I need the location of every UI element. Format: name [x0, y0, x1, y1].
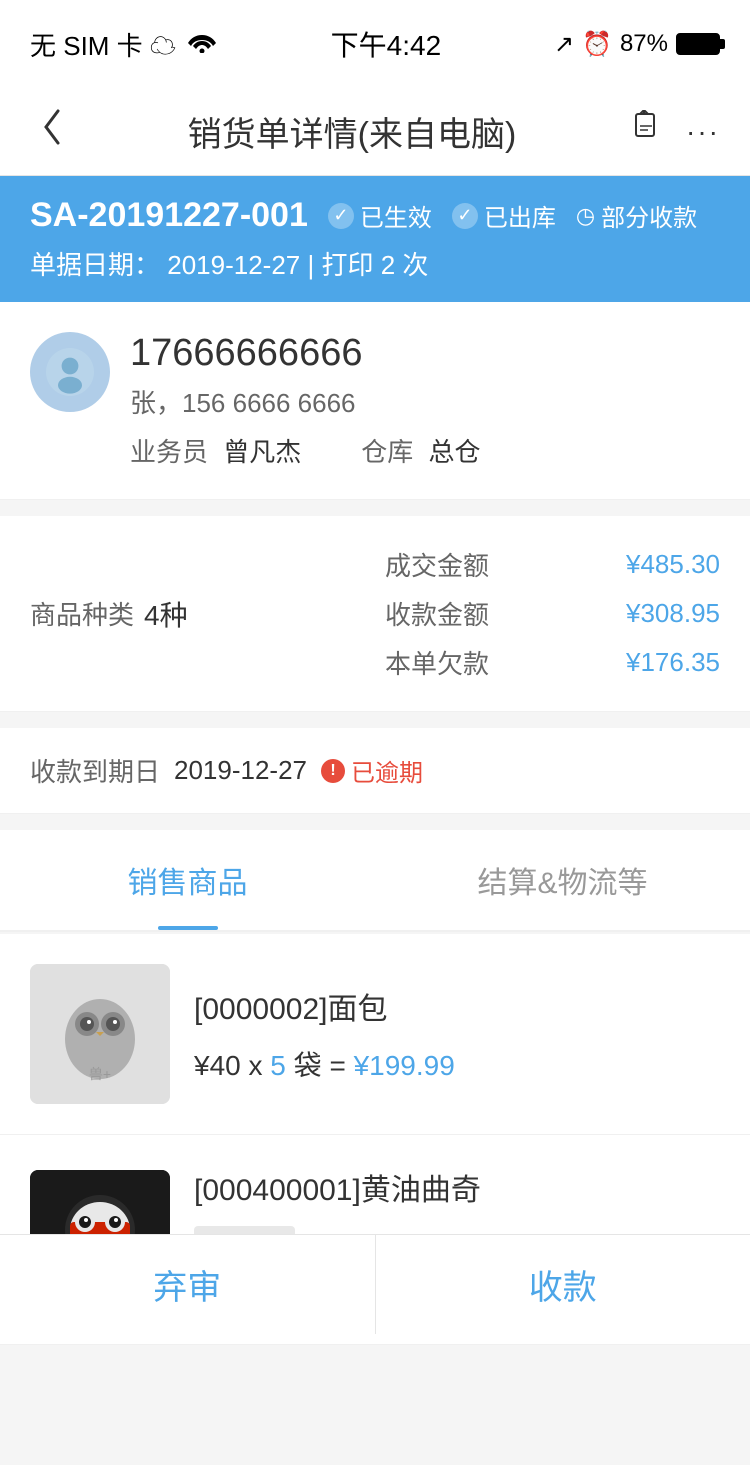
sales-label: 业务员	[130, 437, 208, 467]
date-label: 单据日期：	[30, 250, 160, 280]
battery-percent: 87%	[620, 30, 668, 58]
header-row2: 单据日期： 2019-12-27 | 打印 2 次	[30, 245, 720, 282]
overdue-label: 收款到期日	[30, 752, 160, 789]
print-info: 打印 2 次	[321, 250, 428, 280]
deal-value: ¥485.30	[626, 549, 720, 580]
order-date: 2019-12-27	[167, 250, 300, 280]
wifi-icon	[186, 29, 218, 60]
share-icon[interactable]	[630, 110, 666, 154]
sales-info: 业务员 曾凡杰	[130, 432, 301, 469]
overdue-section: 收款到期日 2019-12-27 ! 已逾期	[0, 728, 750, 814]
stats-section: 商品种类 4种 成交金额 ¥485.30 收款金额 ¥308.95 本单欠款 ¥…	[0, 516, 750, 712]
product-type-info: 商品种类 4种	[30, 546, 365, 681]
bottom-bar: 弃审 收款	[0, 1234, 750, 1334]
product-info-1: [0000002]面包 ¥40 x 5 袋 = ¥199.99	[194, 984, 720, 1084]
location-icon: ↗	[554, 30, 574, 59]
alarm-icon: ⏰	[582, 30, 612, 59]
product-qty-1: 5	[270, 1050, 286, 1081]
cancel-review-label: 弃审	[153, 1260, 221, 1309]
cancel-review-button[interactable]: 弃审	[0, 1235, 376, 1334]
owed-value: ¥176.35	[626, 647, 720, 678]
overdue-badge: ! 已逾期	[321, 753, 423, 788]
type-value: 4种	[144, 594, 188, 634]
badge-shipped: 已出库	[452, 198, 556, 233]
svg-text:兽+: 兽+	[89, 1066, 111, 1082]
tab-sales[interactable]: 销售商品	[0, 830, 375, 930]
more-icon[interactable]: ···	[686, 116, 720, 148]
overdue-dot-icon: !	[321, 759, 345, 783]
amount-info: 成交金额 ¥485.30 收款金额 ¥308.95 本单欠款 ¥176.35	[385, 546, 720, 681]
status-time: 下午4:42	[331, 24, 442, 64]
overdue-date: 2019-12-27	[174, 755, 307, 786]
header-band: SA-20191227-001 已生效 已出库 部分收款 单据日期： 2019-…	[0, 176, 750, 302]
customer-info: 17666666666 张，156 6666 6666 业务员 曾凡杰 仓库 总…	[130, 332, 720, 469]
received-value: ¥308.95	[626, 598, 720, 629]
order-id: SA-20191227-001	[30, 196, 308, 235]
warehouse-label: 仓库	[361, 437, 413, 467]
nav-actions: ···	[630, 110, 720, 154]
status-bar: 无 SIM 卡 ☁ 下午4:42 ↗ ⏰ 87%	[0, 0, 750, 88]
overdue-text: 已逾期	[351, 753, 423, 788]
deal-row: 成交金额 ¥485.30	[385, 546, 720, 583]
tabs-section: 销售商品 结算&物流等	[0, 830, 750, 932]
badge-effective: 已生效	[328, 198, 432, 233]
tab-settle[interactable]: 结算&物流等	[375, 830, 750, 930]
avatar	[30, 332, 110, 412]
tabs: 销售商品 结算&物流等	[0, 830, 750, 930]
payment-label: 收款	[529, 1260, 597, 1309]
status-left: 无 SIM 卡 ☁	[30, 26, 218, 63]
status-right: ↗ ⏰ 87%	[554, 30, 720, 59]
sales-name: 曾凡杰	[223, 437, 301, 467]
received-label: 收款金额	[385, 595, 489, 632]
back-button[interactable]	[30, 97, 74, 166]
owed-row: 本单欠款 ¥176.35	[385, 644, 720, 681]
customer-meta: 业务员 曾凡杰 仓库 总仓	[130, 432, 720, 469]
deal-label: 成交金额	[385, 546, 489, 583]
payment-button[interactable]: 收款	[376, 1235, 750, 1334]
customer-phone: 17666666666	[130, 332, 720, 375]
product-price-1: ¥40 x 5 袋 = ¥199.99	[194, 1044, 720, 1084]
separator: |	[307, 250, 321, 280]
customer-name: 张，156 6666 6666	[130, 383, 720, 420]
nav-bar: 销货单详情(来自电脑) ···	[0, 88, 750, 176]
warehouse-info: 仓库 总仓	[361, 432, 480, 469]
customer-section: 17666666666 张，156 6666 6666 业务员 曾凡杰 仓库 总…	[0, 302, 750, 500]
page-title: 销货单详情(来自电脑)	[188, 107, 517, 156]
product-name-1: [0000002]面包	[194, 984, 720, 1028]
badge-partial: 部分收款	[576, 198, 697, 233]
product-name-2: [000400001]黄油曲奇	[194, 1165, 720, 1209]
header-row1: SA-20191227-001 已生效 已出库 部分收款	[30, 196, 720, 235]
product-item: 兽+ [0000002]面包 ¥40 x 5 袋 = ¥199.99	[0, 934, 750, 1135]
signal-text: 无 SIM 卡 ☁	[30, 26, 176, 63]
owed-label: 本单欠款	[385, 644, 489, 681]
battery-icon	[676, 33, 720, 55]
type-label: 商品种类	[30, 595, 134, 632]
product-image-1: 兽+	[30, 964, 170, 1104]
received-row: 收款金额 ¥308.95	[385, 595, 720, 632]
warehouse-name: 总仓	[429, 437, 481, 467]
product-total-1: ¥199.99	[354, 1050, 455, 1081]
